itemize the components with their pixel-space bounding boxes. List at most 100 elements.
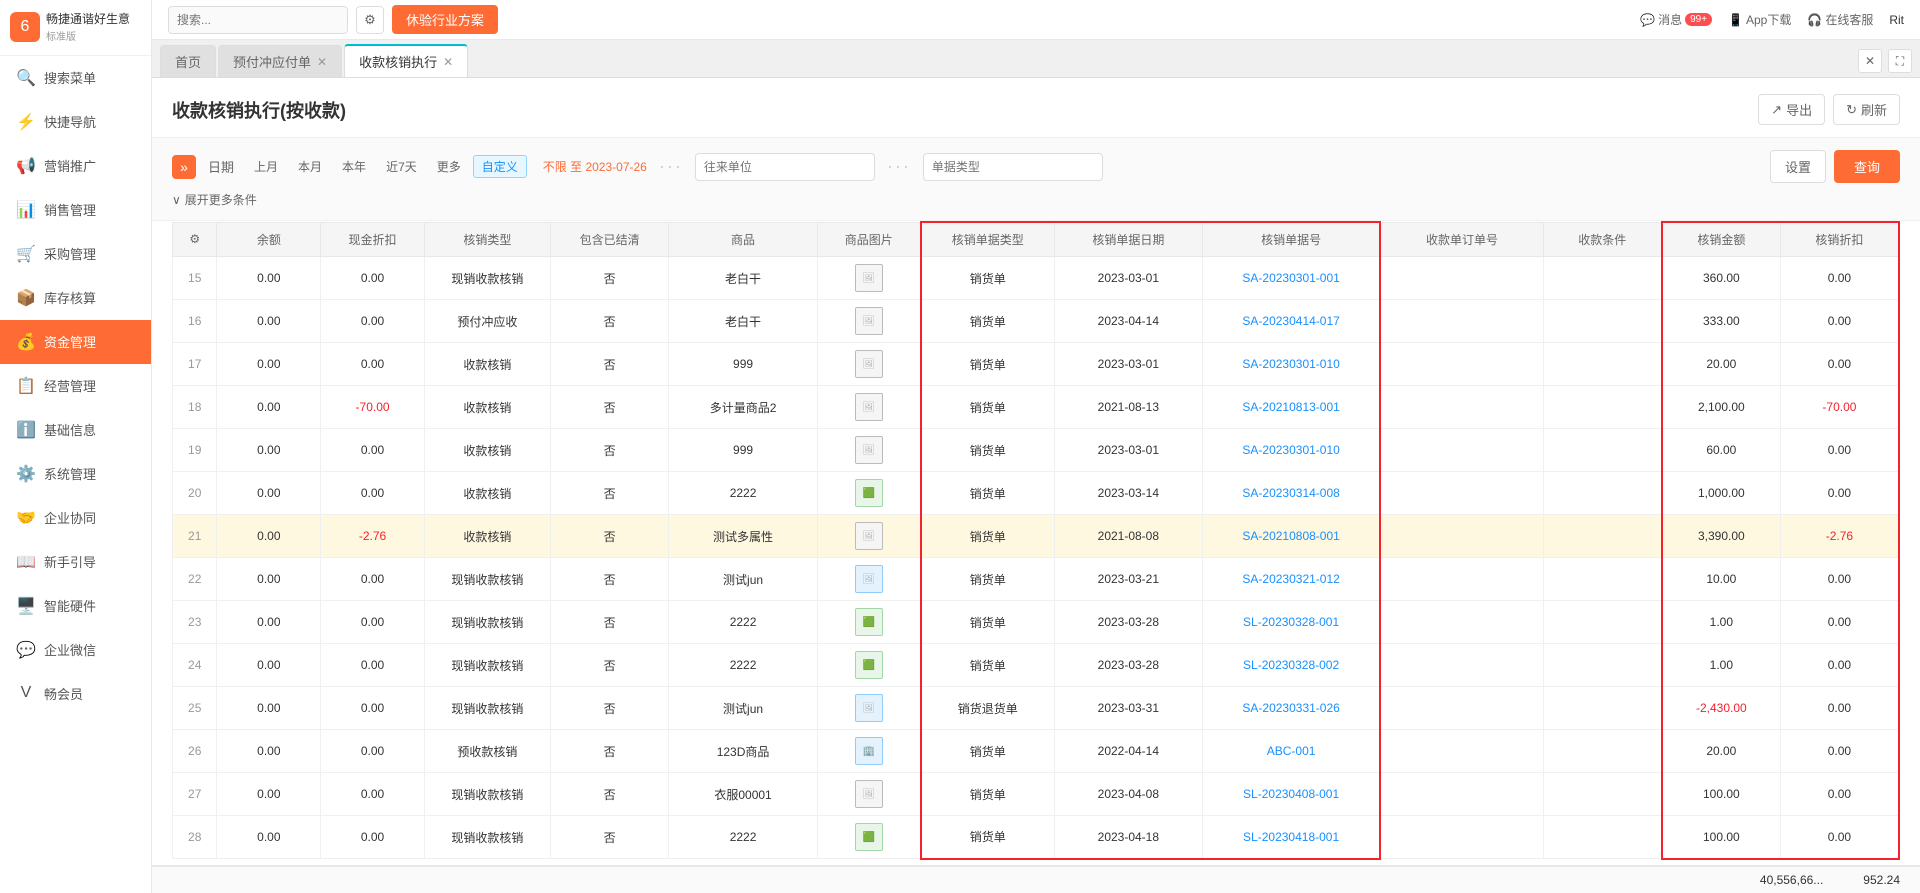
cell-cancel_doc_no[interactable]: SA-20230331-026 xyxy=(1202,687,1380,730)
cell-goods: 123D商品 xyxy=(669,730,817,773)
sidebar-item-8[interactable]: ℹ️基础信息 xyxy=(0,408,151,452)
notification-button[interactable]: 💬 消息 99+ xyxy=(1640,11,1712,28)
date-7days[interactable]: 近7天 xyxy=(378,156,425,177)
cell-cancel_doc_no[interactable]: SA-20230301-010 xyxy=(1202,429,1380,472)
doc-link[interactable]: SA-20210808-001 xyxy=(1242,529,1339,543)
sidebar-icon-1: ⚡ xyxy=(16,112,36,132)
tab-close-1[interactable]: ✕ xyxy=(317,55,327,69)
gear-icon[interactable]: ⚙ xyxy=(356,6,384,34)
cell-cancel_doc_no[interactable]: SL-20230418-001 xyxy=(1202,816,1380,859)
sidebar-item-13[interactable]: 💬企业微信 xyxy=(0,628,151,672)
app-icon: 📱 xyxy=(1728,13,1743,27)
sidebar-item-10[interactable]: 🤝企业协同 xyxy=(0,496,151,540)
filter-toggle-button[interactable]: » xyxy=(172,155,196,179)
cell-cash_discount: 0.00 xyxy=(321,343,425,386)
doc-link[interactable]: SL-20230418-001 xyxy=(1243,830,1339,844)
logo-icon: 6 xyxy=(10,12,40,42)
query-button[interactable]: 查询 xyxy=(1834,150,1900,183)
cell-cancel_doc_date: 2023-03-28 xyxy=(1054,601,1202,644)
sidebar-item-0[interactable]: 🔍搜索菜单 xyxy=(0,56,151,100)
sidebar-label-3: 销售管理 xyxy=(44,200,96,219)
cell-cancel_doc_no[interactable]: SL-20230408-001 xyxy=(1202,773,1380,816)
doc-link[interactable]: SA-20230331-026 xyxy=(1242,701,1339,715)
doc-link[interactable]: SL-20230328-001 xyxy=(1243,615,1339,629)
cell-cancel_amount: 100.00 xyxy=(1662,773,1781,816)
cell-cancel_doc_no[interactable]: SA-20230321-012 xyxy=(1202,558,1380,601)
doc-link[interactable]: SA-20230314-008 xyxy=(1242,486,1339,500)
expand-more-conditions[interactable]: ∨ 展开更多条件 xyxy=(172,191,1900,208)
date-last-month[interactable]: 上月 xyxy=(246,156,286,177)
doc-link[interactable]: SA-20210813-001 xyxy=(1242,400,1339,414)
cell-receipt_condition xyxy=(1543,773,1662,816)
settings-button[interactable]: 设置 xyxy=(1770,150,1826,183)
doc-link[interactable]: SA-20230301-010 xyxy=(1242,357,1339,371)
sidebar-item-4[interactable]: 🛒采购管理 xyxy=(0,232,151,276)
date-custom[interactable]: 自定义 xyxy=(473,155,527,178)
cell-cancel_doc_type: 销货单 xyxy=(921,343,1054,386)
sidebar-item-5[interactable]: 📦库存核算 xyxy=(0,276,151,320)
col-header-goods: 商品 xyxy=(669,222,817,257)
refresh-button[interactable]: ↻ 刷新 xyxy=(1833,94,1900,125)
cell-cancel_doc_no[interactable]: ABC-001 xyxy=(1202,730,1380,773)
col-header-cancel_discount: 核销折扣 xyxy=(1780,222,1899,257)
cell-cancel_doc_no[interactable]: SA-20210813-001 xyxy=(1202,386,1380,429)
search-input[interactable] xyxy=(168,6,348,34)
cell-cancel_doc_type: 销货单 xyxy=(921,472,1054,515)
divider2: ··· xyxy=(887,156,911,177)
sidebar-item-7[interactable]: 📋经营管理 xyxy=(0,364,151,408)
col-header-cancel_doc_no: 核销单据号 xyxy=(1202,222,1380,257)
cell-cancel_doc_no[interactable]: SA-20230301-010 xyxy=(1202,343,1380,386)
sidebar-item-2[interactable]: 📢营销推广 xyxy=(0,144,151,188)
cell-cancel_doc_no[interactable]: SL-20230328-001 xyxy=(1202,601,1380,644)
cell-cancel_doc_no[interactable]: SA-20230414-017 xyxy=(1202,300,1380,343)
close-tab-button[interactable]: ✕ xyxy=(1858,49,1882,73)
cell-cancel_doc_no[interactable]: SL-20230328-002 xyxy=(1202,644,1380,687)
tab-2[interactable]: 收款核销执行✕ xyxy=(344,44,468,77)
sidebar-item-9[interactable]: ⚙️系统管理 xyxy=(0,452,151,496)
tab-1[interactable]: 预付冲应付单✕ xyxy=(218,45,342,77)
date-this-year[interactable]: 本年 xyxy=(334,156,374,177)
solution-button[interactable]: 休验行业方案 xyxy=(392,5,498,34)
doc-link[interactable]: SL-20230408-001 xyxy=(1243,787,1339,801)
expand-window-button[interactable]: ⛶ xyxy=(1888,49,1912,73)
counterpart-input[interactable] xyxy=(695,153,875,181)
date-this-month[interactable]: 本月 xyxy=(290,156,330,177)
tab-0[interactable]: 首页 xyxy=(160,45,216,77)
cell-cancel_doc_date: 2023-03-31 xyxy=(1054,687,1202,730)
sidebar-item-3[interactable]: 📊销售管理 xyxy=(0,188,151,232)
sidebar-item-12[interactable]: 🖥️智能硬件 xyxy=(0,584,151,628)
sidebar-item-11[interactable]: 📖新手引导 xyxy=(0,540,151,584)
doc-link[interactable]: SL-20230328-002 xyxy=(1243,658,1339,672)
cell-goods_image: 🖼 xyxy=(817,773,921,816)
cell-goods_image: 🟩 xyxy=(817,601,921,644)
sidebar-icon-9: ⚙️ xyxy=(16,464,36,484)
divider1: ··· xyxy=(659,156,683,177)
doc-link[interactable]: SA-20230321-012 xyxy=(1242,572,1339,586)
sidebar-item-14[interactable]: V畅会员 xyxy=(0,672,151,715)
receipt-type-select[interactable] xyxy=(923,153,1103,181)
cell-cancel_amount: 1.00 xyxy=(1662,601,1781,644)
col-header-balance: 余额 xyxy=(217,222,321,257)
date-range-display: 不限 至 2023-07-26 xyxy=(539,158,647,175)
chevron-down-icon: ∨ xyxy=(172,193,181,207)
cell-receipt_condition xyxy=(1543,386,1662,429)
date-more[interactable]: 更多 xyxy=(429,156,469,177)
doc-link[interactable]: SA-20230301-010 xyxy=(1242,443,1339,457)
doc-link[interactable]: ABC-001 xyxy=(1267,744,1316,758)
export-button[interactable]: ↗ 导出 xyxy=(1758,94,1825,125)
sidebar-item-6[interactable]: 💰资金管理 xyxy=(0,320,151,364)
doc-link[interactable]: SA-20230414-017 xyxy=(1242,314,1339,328)
sidebar-icon-2: 📢 xyxy=(16,156,36,176)
table-row: 210.00-2.76收款核销否测试多属性🖼销货单2021-08-08SA-20… xyxy=(173,515,1900,558)
cell-cancel_doc_no[interactable]: SA-20230314-008 xyxy=(1202,472,1380,515)
online-service-button[interactable]: 🎧 在线客服 xyxy=(1807,11,1873,28)
cell-goods: 测试jun xyxy=(669,687,817,730)
doc-link[interactable]: SA-20230301-001 xyxy=(1242,271,1339,285)
cell-cancel_doc_no[interactable]: SA-20230301-001 xyxy=(1202,257,1380,300)
cell-include_settled: 否 xyxy=(550,343,669,386)
cell-cancel_doc_no[interactable]: SA-20210808-001 xyxy=(1202,515,1380,558)
tab-close-2[interactable]: ✕ xyxy=(443,55,453,69)
app-download-button[interactable]: 📱 App下载 xyxy=(1728,11,1791,28)
sidebar-item-1[interactable]: ⚡快捷导航 xyxy=(0,100,151,144)
col-header-cancel_doc_date: 核销单据日期 xyxy=(1054,222,1202,257)
